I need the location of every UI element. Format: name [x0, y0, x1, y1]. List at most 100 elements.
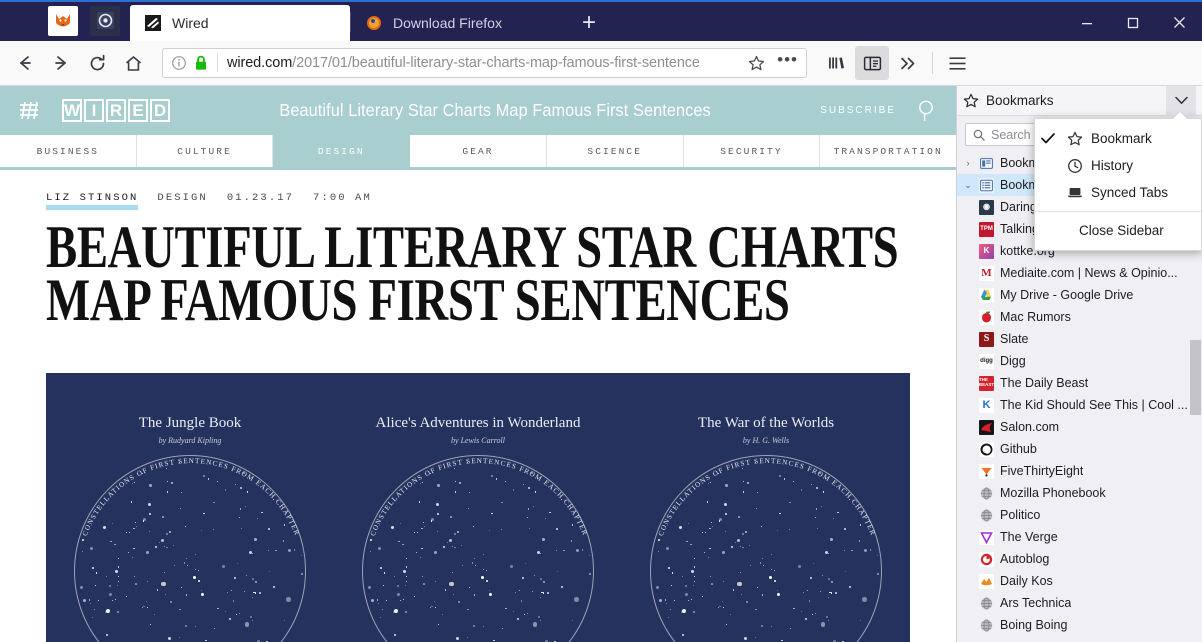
- bookmark-label: Boing Boing: [1000, 618, 1068, 632]
- bookmark-star-icon[interactable]: [745, 55, 768, 72]
- bookmark-label: Ars Technica: [1000, 596, 1072, 610]
- bookmark-label: Salon.com: [1000, 420, 1060, 434]
- bookmarks-sidebar: Bookmarks Search › Bookmarks Toolbar: [956, 85, 1202, 642]
- headline-line-1: BEAUTIFUL LITERARY STAR CHARTS: [46, 214, 899, 280]
- star-field: [651, 456, 881, 642]
- twisty-icon[interactable]: ⌄: [963, 180, 973, 191]
- list-item[interactable]: FiveThirtyEight: [957, 460, 1202, 482]
- menu-item-history[interactable]: History: [1035, 152, 1201, 179]
- list-item[interactable]: S Slate: [957, 328, 1202, 350]
- pinned-tabs: [0, 0, 130, 41]
- macrumors-favicon: [979, 309, 994, 325]
- pinned-tab-fox[interactable]: [48, 5, 78, 36]
- library-icon[interactable]: [819, 46, 853, 80]
- hamburger-menu-icon[interactable]: [940, 46, 974, 80]
- url-domain: wired.com: [227, 55, 293, 71]
- minimize-button[interactable]: [1064, 2, 1110, 43]
- list-item[interactable]: Mac Rumors: [957, 306, 1202, 328]
- star-icon: [1064, 131, 1086, 147]
- list-item[interactable]: Autoblog: [957, 548, 1202, 570]
- list-item[interactable]: THE BEAST The Daily Beast: [957, 372, 1202, 394]
- bookmark-label: The Daily Beast: [1000, 376, 1089, 390]
- list-item[interactable]: Ars Technica: [957, 592, 1202, 614]
- page-content: W I R E D Beautiful Literary Star Charts…: [0, 86, 956, 642]
- wired-logo-letter: E: [128, 99, 148, 122]
- forward-button[interactable]: [44, 46, 78, 80]
- tab-strip: Wired Download Firefox +: [0, 0, 1202, 41]
- nav-item-security[interactable]: SECURITY: [683, 135, 821, 167]
- globe-favicon: [979, 596, 994, 611]
- new-tab-button[interactable]: +: [571, 5, 607, 41]
- nav-item-design[interactable]: DESIGN: [273, 135, 411, 167]
- chart-author: by Rudyard Kipling: [158, 435, 222, 445]
- menu-item-close-sidebar[interactable]: Close Sidebar: [1035, 217, 1201, 244]
- dailybeast-favicon: THE BEAST: [979, 375, 994, 391]
- close-button[interactable]: [1156, 2, 1202, 43]
- laptop-icon: [1064, 186, 1086, 199]
- nav-item-science[interactable]: SCIENCE: [546, 135, 684, 167]
- wired-logo[interactable]: W I R E D: [62, 99, 170, 122]
- byline-section[interactable]: DESIGN: [157, 192, 207, 204]
- list-item[interactable]: digg Digg: [957, 350, 1202, 372]
- back-button[interactable]: [8, 46, 42, 80]
- bookmark-label: Slate: [1000, 332, 1029, 346]
- hamburger-grid-icon[interactable]: [18, 101, 44, 121]
- reload-button[interactable]: [80, 46, 114, 80]
- search-icon[interactable]: [916, 99, 938, 123]
- list-item[interactable]: Mozilla Phonebook: [957, 482, 1202, 504]
- url-text[interactable]: wired.com/2017/01/beautiful-literary-sta…: [227, 55, 738, 71]
- menu-item-bookmark[interactable]: Bookmark: [1035, 125, 1201, 152]
- url-divider: [217, 54, 218, 72]
- mediaite-favicon: M: [979, 265, 994, 281]
- chart-title: The Jungle Book: [138, 414, 242, 431]
- tab-download-firefox[interactable]: Download Firefox: [351, 5, 571, 41]
- bookmark-label: My Drive - Google Drive: [1000, 288, 1134, 302]
- list-item[interactable]: The Verge: [957, 526, 1202, 548]
- list-item[interactable]: Daily Kos: [957, 570, 1202, 592]
- sidebar-toggle-button[interactable]: [855, 46, 889, 80]
- chevron-down-icon[interactable]: [1166, 85, 1196, 116]
- maximize-button[interactable]: [1110, 2, 1156, 43]
- tab-wired[interactable]: Wired: [130, 5, 350, 41]
- list-item[interactable]: My Drive - Google Drive: [957, 284, 1202, 306]
- twisty-icon[interactable]: ›: [963, 158, 973, 168]
- nav-item-transportation[interactable]: TRANSPORTATION: [820, 135, 956, 167]
- nav-item-business[interactable]: BUSINESS: [0, 135, 137, 167]
- subscribe-link[interactable]: SUBSCRIBE: [820, 105, 896, 116]
- nav-item-gear[interactable]: GEAR: [410, 135, 547, 167]
- pinned-tab-dark[interactable]: [90, 5, 120, 36]
- info-circle-icon[interactable]: [171, 55, 187, 71]
- bookmark-label: Daily Kos: [1000, 574, 1053, 588]
- url-bar[interactable]: wired.com/2017/01/beautiful-literary-sta…: [162, 48, 807, 78]
- padlock-icon[interactable]: [194, 55, 208, 71]
- nav-item-culture[interactable]: CULTURE: [136, 135, 274, 167]
- toolbar-separator: [932, 52, 933, 74]
- bookmark-label: Digg: [1000, 354, 1026, 368]
- star-icon: [963, 93, 979, 109]
- overflow-chevron-icon[interactable]: [891, 46, 925, 80]
- byline-author[interactable]: LIZ STINSON: [46, 192, 139, 210]
- chart-author: by H. G. Wells: [742, 435, 790, 445]
- list-item[interactable]: Boing Boing: [957, 614, 1202, 636]
- home-button[interactable]: [116, 46, 150, 80]
- digg-favicon: digg: [979, 353, 994, 369]
- chart-title: Alice's Adventures in Wonderland: [375, 414, 581, 431]
- list-item[interactable]: Salon.com: [957, 416, 1202, 438]
- sidebar-scrollbar-thumb[interactable]: [1190, 340, 1201, 415]
- bookmark-label: Politico: [1000, 508, 1041, 522]
- bookmark-label: FiveThirtyEight: [1000, 464, 1084, 478]
- fivethirtyeight-favicon: [979, 463, 994, 479]
- tpm-favicon: TPM: [979, 221, 994, 237]
- page-actions-icon[interactable]: •••: [775, 50, 800, 76]
- list-item[interactable]: K The Kid Should See This | Cool ...: [957, 394, 1202, 416]
- window-controls: [1064, 2, 1202, 43]
- list-item[interactable]: Github: [957, 438, 1202, 460]
- bookmark-label: Autoblog: [1000, 552, 1050, 566]
- wired-site-header: W I R E D Beautiful Literary Star Charts…: [0, 86, 956, 135]
- browser-window: Wired Download Firefox + wired.com/2017/…: [0, 0, 1202, 642]
- list-item[interactable]: Politico: [957, 504, 1202, 526]
- daringfireball-favicon: ◉: [979, 199, 994, 215]
- list-item[interactable]: M Mediaite.com | News & Opinio...: [957, 262, 1202, 284]
- byline-date: 01.23.17: [226, 192, 295, 204]
- menu-item-synced-tabs[interactable]: Synced Tabs: [1035, 179, 1201, 206]
